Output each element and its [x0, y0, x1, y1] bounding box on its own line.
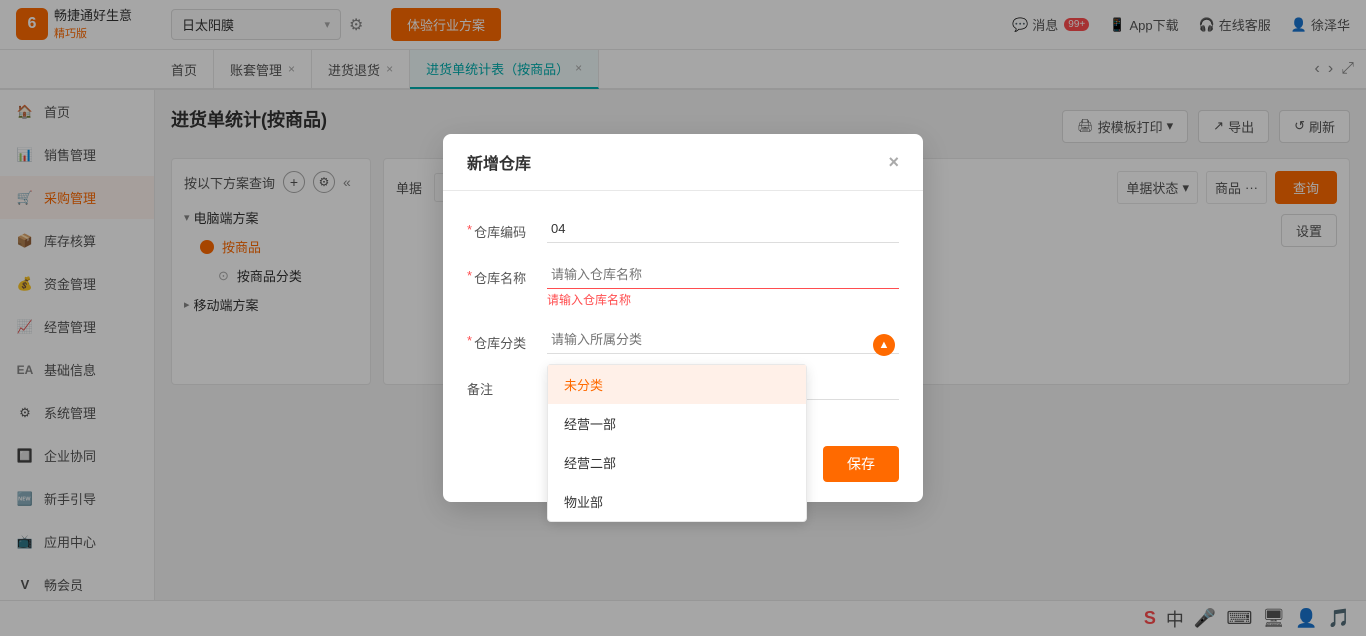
name-error-tip: 请输入仓库名称: [547, 291, 899, 308]
dropdown-item-unclassified[interactable]: 未分类: [548, 365, 806, 404]
category-select-wrapper: ▲ 未分类 经营一部 经营二部 物业部: [547, 326, 899, 354]
modal-header: 新增仓库 ×: [443, 134, 923, 191]
required-star-2: *: [467, 268, 472, 283]
dropdown-item-property[interactable]: 物业部: [548, 482, 806, 521]
modal-overlay: 新增仓库 × * 仓库编码 * 仓库名称: [0, 0, 1366, 636]
category-form-row: * 仓库分类 ▲ 未分类 经营一部 经营二部 物业部: [467, 326, 899, 354]
code-form-row: * 仓库编码: [467, 215, 899, 243]
code-label: * 仓库编码: [467, 215, 547, 241]
category-chevron-up-icon[interactable]: ▲: [873, 334, 895, 356]
modal-close-btn[interactable]: ×: [888, 152, 899, 173]
required-star-3: *: [467, 333, 472, 348]
required-star: *: [467, 222, 472, 237]
save-btn[interactable]: 保存: [823, 446, 899, 482]
modal-body: * 仓库编码 * 仓库名称 请输入仓库名称: [443, 191, 923, 434]
name-form-row: * 仓库名称 请输入仓库名称: [467, 261, 899, 308]
category-dropdown: 未分类 经营一部 经营二部 物业部: [547, 364, 807, 522]
note-label: 备注: [467, 372, 547, 398]
code-input[interactable]: [547, 215, 899, 243]
name-label: * 仓库名称: [467, 261, 547, 287]
dropdown-item-ops1[interactable]: 经营一部: [548, 404, 806, 443]
dropdown-item-ops2[interactable]: 经营二部: [548, 443, 806, 482]
new-warehouse-modal: 新增仓库 × * 仓库编码 * 仓库名称: [443, 134, 923, 502]
category-label: * 仓库分类: [467, 326, 547, 352]
category-input[interactable]: [547, 326, 899, 354]
name-input[interactable]: [547, 261, 899, 289]
name-input-wrapper: 请输入仓库名称: [547, 261, 899, 308]
modal-title: 新增仓库: [467, 150, 531, 174]
